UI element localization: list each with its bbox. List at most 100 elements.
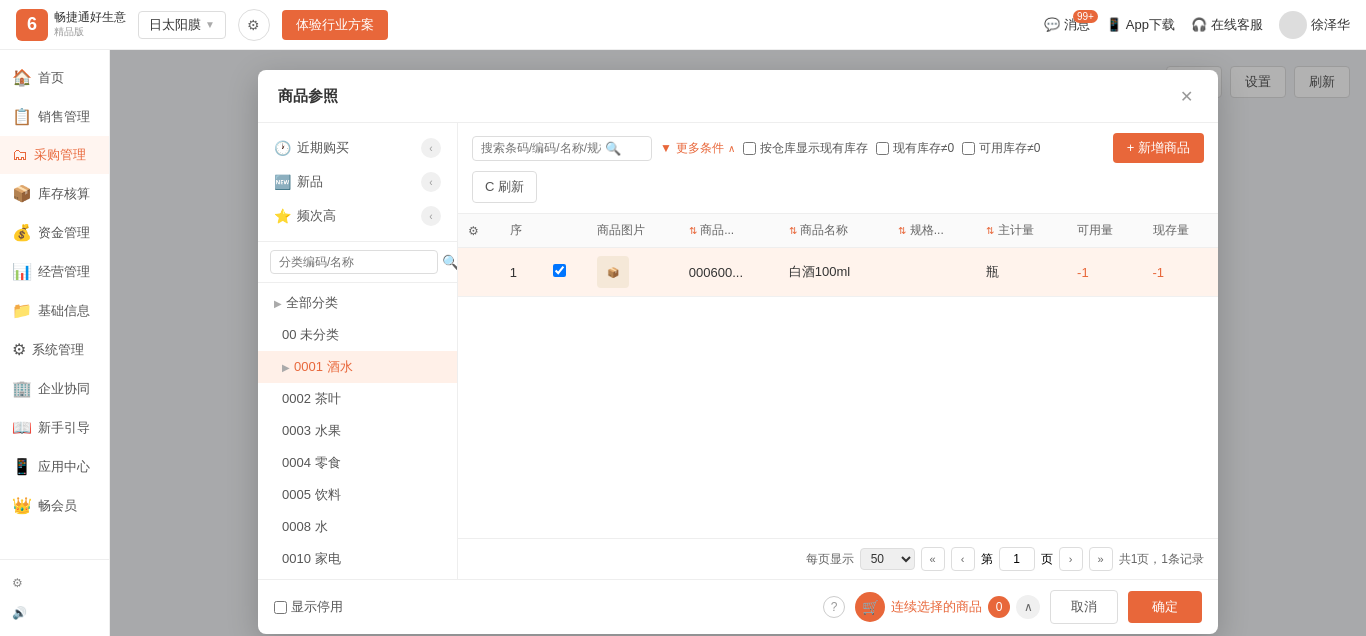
category-item-0005[interactable]: 0005 饮料 xyxy=(258,479,457,511)
col-name[interactable]: ⇅ 商品名称 xyxy=(779,214,889,248)
sidebar-item-label: 畅会员 xyxy=(38,497,77,515)
category-search-input[interactable] xyxy=(270,250,438,274)
per-page-label: 每页显示 xyxy=(806,551,854,568)
logo-text: 畅捷通好生意 xyxy=(54,10,126,26)
cart-icon-button[interactable]: 🛒 xyxy=(855,592,885,622)
sidebar-item-label: 基础信息 xyxy=(38,302,90,320)
category-item-0001[interactable]: ▶0001 酒水 xyxy=(258,351,457,383)
avatar xyxy=(1279,11,1307,39)
bell-icon: 💬 xyxy=(1044,17,1060,32)
modal-overlay: 商品参照 ✕ 🕐近期购买‹🆕新品‹⭐频次高‹ 🔍 xyxy=(110,50,1366,636)
category-search-area: 🔍 xyxy=(258,242,457,283)
row-checkbox[interactable] xyxy=(553,264,566,277)
refresh-product-button[interactable]: C 刷新 xyxy=(472,171,537,203)
quick-filter-frequent[interactable]: ⭐频次高‹ xyxy=(258,199,457,233)
toolbar: 🔍 ▼ 更多条件 ∧ 按仓库显示现有库存 xyxy=(458,123,1218,214)
user-area[interactable]: 徐泽华 xyxy=(1279,11,1350,39)
col-settings[interactable]: ⚙ xyxy=(458,214,500,248)
show-disabled-checkbox[interactable] xyxy=(274,601,287,614)
nav-dropdown[interactable]: 日太阳膜 ▼ xyxy=(138,11,226,39)
sidebar-item-purchase[interactable]: 🗂采购管理 xyxy=(0,136,109,174)
checkbox-available-filter[interactable]: 可用库存≠0 xyxy=(962,140,1040,157)
collapse-icon[interactable]: ‹ xyxy=(421,138,441,158)
notifications[interactable]: 💬 消息 99+ xyxy=(1044,16,1090,34)
category-item-0002[interactable]: 0002 茶叶 xyxy=(258,383,457,415)
app-download[interactable]: 📱 App下载 xyxy=(1106,16,1175,34)
sidebar-settings[interactable]: ⚙ xyxy=(8,568,101,598)
cancel-button[interactable]: 取消 xyxy=(1050,590,1118,624)
product-search-icon[interactable]: 🔍 xyxy=(605,141,621,156)
col-unit[interactable]: ⇅ 主计量 xyxy=(976,214,1067,248)
row-settings xyxy=(458,248,500,297)
sales-icon: 📋 xyxy=(12,107,32,126)
col-code[interactable]: ⇅ 商品... xyxy=(679,214,779,248)
sidebar-item-finance[interactable]: 💰资金管理 xyxy=(0,213,109,252)
sidebar-item-inventory[interactable]: 📦库存核算 xyxy=(0,174,109,213)
prev-page-button[interactable]: ‹ xyxy=(951,547,975,571)
category-item-0003[interactable]: 0003 水果 xyxy=(258,415,457,447)
confirm-button[interactable]: 确定 xyxy=(1128,591,1202,623)
sidebar-item-label: 经营管理 xyxy=(38,263,90,281)
settings-bottom-icon: ⚙ xyxy=(12,576,23,590)
sidebar-item-enterprise[interactable]: 🏢企业协同 xyxy=(0,369,109,408)
show-disabled-label[interactable]: 显示停用 xyxy=(274,598,343,616)
page-label: 第 xyxy=(981,551,993,568)
gear-button[interactable]: ⚙ xyxy=(238,9,270,41)
warehouse-checkbox[interactable] xyxy=(743,142,756,155)
quick-filter-new[interactable]: 🆕新品‹ xyxy=(258,165,457,199)
table-row[interactable]: 1 📦 000600... 白酒100ml 瓶 -1 -1 xyxy=(458,248,1218,297)
help-icon[interactable]: ? xyxy=(823,596,845,618)
row-checkbox-cell[interactable] xyxy=(543,248,587,297)
collapse-icon[interactable]: ‹ xyxy=(421,206,441,226)
category-list: ▶全部分类00 未分类▶0001 酒水0002 茶叶0003 水果0004 零食… xyxy=(258,283,457,579)
sidebar-item-guide[interactable]: 📖新手引导 xyxy=(0,408,109,447)
category-item-0004[interactable]: 0004 零食 xyxy=(258,447,457,479)
per-page-select[interactable]: 50 10 20 100 xyxy=(860,548,915,570)
col-check xyxy=(543,214,587,248)
category-search-icon[interactable]: 🔍 xyxy=(442,254,458,270)
sidebar-item-operations[interactable]: 📊经营管理 xyxy=(0,252,109,291)
stock-checkbox[interactable] xyxy=(876,142,889,155)
sidebar-item-basic[interactable]: 📁 基础信息 xyxy=(0,291,109,330)
sidebar-volume[interactable]: 🔊 xyxy=(8,598,101,628)
row-available: -1 xyxy=(1067,248,1142,297)
available-checkbox[interactable] xyxy=(962,142,975,155)
product-reference-modal: 商品参照 ✕ 🕐近期购买‹🆕新品‹⭐频次高‹ 🔍 xyxy=(258,70,1218,634)
category-item-0008[interactable]: 0008 水 xyxy=(258,511,457,543)
category-item-0010[interactable]: 0010 家电 xyxy=(258,543,457,575)
checkbox-stock-filter[interactable]: 现有库存≠0 xyxy=(876,140,954,157)
sidebar-item-label: 销售管理 xyxy=(38,108,90,126)
checkbox-warehouse-filter[interactable]: 按仓库显示现有库存 xyxy=(743,140,868,157)
right-content: 🔍 ▼ 更多条件 ∧ 按仓库显示现有库存 xyxy=(458,123,1218,579)
frequent-icon: ⭐ xyxy=(274,208,291,224)
sidebar-item-system[interactable]: ⚙系统管理 xyxy=(0,330,109,369)
finance-icon: 💰 xyxy=(12,223,32,242)
experience-button[interactable]: 体验行业方案 xyxy=(282,10,388,40)
basic-icon: 📁 xyxy=(12,301,32,320)
next-page-button[interactable]: › xyxy=(1059,547,1083,571)
modal-close-button[interactable]: ✕ xyxy=(1174,84,1198,108)
category-item-all[interactable]: ▶全部分类 xyxy=(258,287,457,319)
page-input[interactable] xyxy=(999,547,1035,571)
sidebar-item-member[interactable]: 👑畅会员 xyxy=(0,486,109,525)
sidebar-item-sales[interactable]: 📋 销售管理 xyxy=(0,97,109,136)
category-item-00[interactable]: 00 未分类 xyxy=(258,319,457,351)
cart-area: 🛒 连续选择的商品 0 ∧ xyxy=(855,592,1040,622)
sidebar-item-home[interactable]: 🏠首页 xyxy=(0,58,109,97)
more-filters-button[interactable]: ▼ 更多条件 ∧ xyxy=(660,140,735,157)
recent-icon: 🕐 xyxy=(274,140,291,156)
product-search-input[interactable] xyxy=(481,141,601,155)
sidebar: 🏠首页 📋 销售管理 🗂采购管理📦库存核算💰资金管理📊经营管理 📁 基础信息 ⚙系统管理🏢企… xyxy=(0,50,110,636)
phone-icon: 📱 xyxy=(1106,17,1122,32)
sidebar-item-apps[interactable]: 📱应用中心 xyxy=(0,447,109,486)
home-icon: 🏠 xyxy=(12,68,32,87)
collapse-icon[interactable]: ‹ xyxy=(421,172,441,192)
chevron-up-button[interactable]: ∧ xyxy=(1016,595,1040,619)
online-service[interactable]: 🎧 在线客服 xyxy=(1191,16,1263,34)
quick-filter-recent[interactable]: 🕐近期购买‹ xyxy=(258,131,457,165)
system-icon: ⚙ xyxy=(12,340,26,359)
last-page-button[interactable]: » xyxy=(1089,547,1113,571)
first-page-button[interactable]: « xyxy=(921,547,945,571)
col-spec[interactable]: ⇅ 规格... xyxy=(888,214,976,248)
add-product-button[interactable]: + 新增商品 xyxy=(1113,133,1204,163)
